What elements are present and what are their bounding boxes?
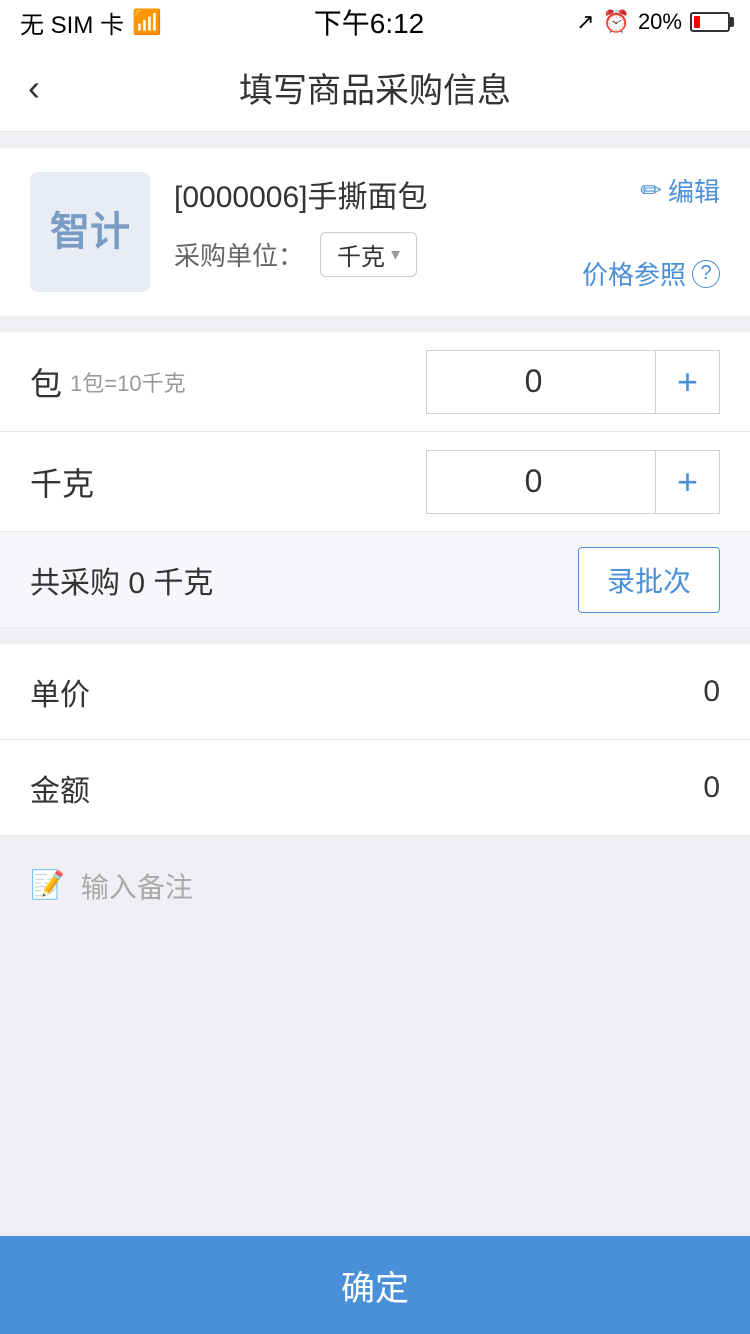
bao-control: + — [426, 350, 720, 414]
wifi-icon: 📶 — [132, 8, 162, 37]
price-ref-label: 价格参照 — [582, 255, 686, 292]
note-section[interactable]: 📝 输入备注 — [0, 836, 750, 1016]
status-bar: 无 SIM 卡 📶 下午6:12 ↗ ⏰ 20% — [0, 0, 750, 44]
total-text: 共采购 0 千克 — [30, 558, 578, 602]
battery-percent: 20% — [638, 9, 682, 35]
price-section: 单价 0 金额 0 — [0, 644, 750, 836]
unit-price-label: 单价 — [30, 670, 703, 714]
total-row: 共采购 0 千克 录批次 — [0, 532, 750, 628]
back-button[interactable]: ‹ — [28, 67, 40, 109]
input-section: 包 1包=10千克 + 千克 + 共采购 0 千克 录批次 — [0, 332, 750, 628]
nav-bar: ‹ 填写商品采购信息 — [0, 44, 750, 132]
product-card: 智计 [0000006]手撕面包 采购单位： 千克 ▾ ✏ 编辑 价格参照 ? — [0, 148, 750, 316]
note-placeholder: 输入备注 — [81, 866, 193, 906]
dropdown-arrow-icon: ▾ — [391, 244, 400, 265]
page-title: 填写商品采购信息 — [239, 63, 511, 112]
sim-label: 无 SIM 卡 — [20, 5, 124, 40]
top-divider — [0, 132, 750, 148]
status-time: 下午6:12 — [314, 2, 425, 42]
product-image: 智计 — [30, 172, 150, 292]
amount-value: 0 — [703, 771, 720, 805]
status-right: ↗ ⏰ 20% — [576, 9, 730, 35]
bao-label: 包 — [30, 359, 62, 405]
bao-sublabel: 1包=10千克 — [70, 366, 426, 398]
confirm-bar[interactable]: 确定 — [0, 1236, 750, 1334]
edit-icon: ✏ — [640, 175, 662, 206]
batch-button[interactable]: 录批次 — [578, 547, 720, 613]
unit-value: 千克 — [337, 237, 385, 272]
kg-input[interactable] — [426, 450, 656, 514]
unit-select[interactable]: 千克 ▾ — [320, 232, 417, 277]
unit-label: 采购单位： — [174, 236, 304, 273]
alarm-icon: ⏰ — [603, 9, 630, 35]
confirm-button[interactable]: 确定 — [341, 1261, 409, 1310]
mid-divider — [0, 316, 750, 332]
unit-price-row: 单价 0 — [0, 644, 750, 740]
kg-control: + — [426, 450, 720, 514]
pencil-icon: 📝 — [30, 868, 65, 901]
kg-label: 千克 — [30, 459, 94, 505]
kg-plus-button[interactable]: + — [656, 450, 720, 514]
battery-icon — [690, 12, 730, 32]
unit-price-value: 0 — [703, 675, 720, 709]
amount-row: 金额 0 — [0, 740, 750, 836]
edit-label: 编辑 — [668, 172, 720, 209]
bao-row: 包 1包=10千克 + — [0, 332, 750, 432]
edit-button[interactable]: ✏ 编辑 — [640, 172, 720, 209]
location-icon: ↗ — [576, 9, 594, 35]
status-left: 无 SIM 卡 📶 — [20, 5, 162, 40]
product-logo: 智计 — [50, 212, 130, 252]
product-name: [0000006]手撕面包 — [174, 172, 720, 216]
price-ref-button[interactable]: 价格参照 ? — [582, 255, 720, 292]
bao-input[interactable] — [426, 350, 656, 414]
bao-plus-button[interactable]: + — [656, 350, 720, 414]
help-icon: ? — [692, 260, 720, 288]
kg-row: 千克 + — [0, 432, 750, 532]
price-divider — [0, 628, 750, 644]
amount-label: 金额 — [30, 766, 703, 810]
